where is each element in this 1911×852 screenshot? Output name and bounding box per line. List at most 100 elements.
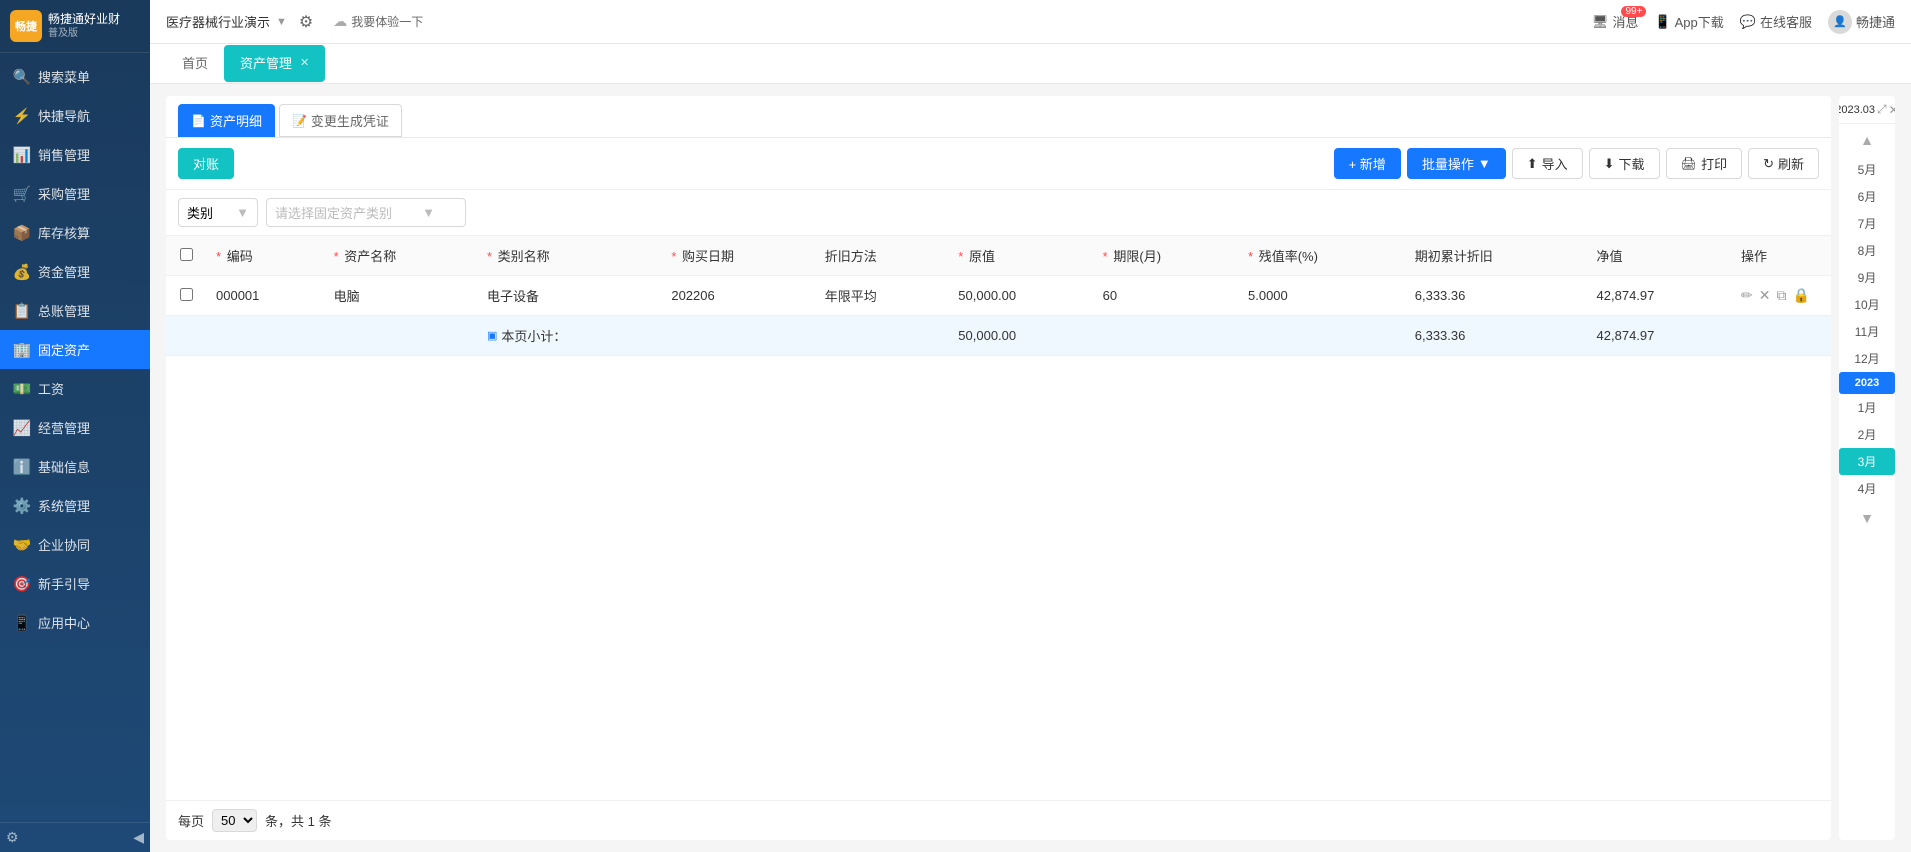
- sidebar-item-sales[interactable]: 📊 销售管理: [0, 135, 150, 174]
- funds-icon: 💰: [14, 264, 30, 280]
- filter-row: 类别 ▼ 请选择固定资产类别 ▼: [166, 190, 1831, 236]
- sidebar-nav: 🔍 搜索菜单 ⚡ 快捷导航 📊 销售管理 🛒 采购管理 📦 库存核算 💰 资金管…: [0, 53, 150, 822]
- cal-month-aug[interactable]: 8月: [1839, 237, 1895, 264]
- cal-month-jan[interactable]: 1月: [1839, 394, 1895, 421]
- sidebar-item-funds[interactable]: 💰 资金管理: [0, 252, 150, 291]
- col-original-value: * 原值: [948, 236, 1092, 276]
- calendar-down-button[interactable]: ▼: [1856, 506, 1878, 530]
- col-net-value: 净值: [1587, 236, 1731, 276]
- more-button[interactable]: 🔒: [1792, 287, 1809, 304]
- cal-month-may[interactable]: 5月: [1839, 156, 1895, 183]
- message-button[interactable]: 🖥 消息 99+: [1592, 12, 1639, 31]
- guide-icon: 🎯: [14, 576, 30, 592]
- message-icon: 🖥: [1592, 14, 1609, 30]
- online-service-button[interactable]: 💬 在线客服: [1740, 12, 1812, 31]
- subtab-asset-detail[interactable]: 📄 资产明细: [178, 104, 275, 137]
- cal-month-oct[interactable]: 10月: [1839, 291, 1895, 318]
- select-all-checkbox[interactable]: [180, 248, 193, 261]
- col-purchase-date: * 购买日期: [661, 236, 814, 276]
- print-button[interactable]: 🖨 打印: [1666, 148, 1743, 179]
- main-panel: 📄 资产明细 📝 变更生成凭证 对账 + 新增: [166, 96, 1831, 840]
- subtotal-original-value: 50,000.00: [948, 316, 1092, 356]
- right-panel-header: 2023.03 ⤢ ✕: [1839, 96, 1895, 124]
- cell-category: 电子设备: [477, 276, 661, 316]
- cell-code: 000001: [206, 276, 324, 316]
- purchase-icon: 🛒: [14, 186, 30, 202]
- company-dropdown-arrow: ▼: [276, 16, 287, 28]
- reconcile-button[interactable]: 对账: [178, 148, 234, 179]
- collapse-button[interactable]: ◀: [133, 829, 144, 846]
- refresh-button[interactable]: ↻ 刷新: [1748, 148, 1819, 179]
- export-button[interactable]: ⬆ 导入: [1512, 148, 1583, 179]
- cal-year-2023[interactable]: 2023: [1839, 372, 1895, 394]
- row-checkbox[interactable]: [180, 288, 193, 301]
- cal-month-apr[interactable]: 4月: [1839, 475, 1895, 502]
- subtab-voucher-gen[interactable]: 📝 变更生成凭证: [279, 104, 402, 137]
- fixed-icon: 🏢: [14, 342, 30, 358]
- basic-icon: ℹ️: [14, 459, 30, 475]
- settings-gear-icon[interactable]: ⚙: [299, 12, 313, 32]
- panel-expand-icon[interactable]: ⤢: [1877, 102, 1887, 117]
- tab-asset-mgmt[interactable]: 资产管理 ✕: [224, 45, 325, 82]
- category-label-arrow: ▼: [236, 205, 249, 220]
- edit-button[interactable]: ✏: [1741, 287, 1753, 304]
- tab-home[interactable]: 首页: [166, 45, 224, 82]
- col-residual-rate: * 残值率(%): [1238, 236, 1405, 276]
- app-download-button[interactable]: 📱 App下载: [1654, 12, 1723, 31]
- sidebar-item-payroll[interactable]: 💵 工资: [0, 369, 150, 408]
- batch-button[interactable]: 批量操作 ▼: [1407, 148, 1506, 179]
- per-page-select[interactable]: 50: [212, 809, 257, 832]
- sidebar-item-basic[interactable]: ℹ️ 基础信息: [0, 447, 150, 486]
- cal-month-jul[interactable]: 7月: [1839, 210, 1895, 237]
- new-button[interactable]: + 新增: [1334, 148, 1401, 179]
- sidebar-item-ledger[interactable]: 📋 总账管理: [0, 291, 150, 330]
- topbar-right: 🖥 消息 99+ 📱 App下载 💬 在线客服 👤 畅捷通: [1592, 10, 1895, 34]
- cal-month-dec[interactable]: 12月: [1839, 345, 1895, 372]
- sidebar-item-search[interactable]: 🔍 搜索菜单: [0, 57, 150, 96]
- cal-month-sep[interactable]: 9月: [1839, 264, 1895, 291]
- right-panel: 2023.03 ⤢ ✕ ▲ 5月 6月 7月 8月 9月 10月 11月 12月…: [1839, 96, 1895, 840]
- delete-button[interactable]: ✕: [1759, 287, 1771, 304]
- sidebar-item-corp[interactable]: 🤝 企业协同: [0, 525, 150, 564]
- page-content: 📄 资产明细 📝 变更生成凭证 对账 + 新增: [150, 84, 1911, 852]
- cal-month-mar[interactable]: 3月: [1839, 448, 1895, 475]
- category-label-select[interactable]: 类别 ▼: [178, 198, 258, 227]
- calendar-up-button[interactable]: ▲: [1856, 128, 1878, 152]
- download-button[interactable]: ⬇ 下载: [1589, 148, 1660, 179]
- col-initial-accumulated: 期初累计折旧: [1405, 236, 1587, 276]
- sidebar-item-system[interactable]: ⚙️ 系统管理: [0, 486, 150, 525]
- subtotal-net-value: 42,874.97: [1587, 316, 1731, 356]
- copy-button[interactable]: ⧉: [1776, 287, 1786, 304]
- tab-close-icon[interactable]: ✕: [300, 56, 309, 69]
- system-icon: ⚙️: [14, 498, 30, 514]
- col-depreciation-method: 折旧方法: [815, 236, 949, 276]
- apps-icon: 📱: [14, 615, 30, 631]
- sidebar-item-quicknav[interactable]: ⚡ 快捷导航: [0, 96, 150, 135]
- cell-residual-rate: 5.0000: [1238, 276, 1405, 316]
- sidebar-item-apps[interactable]: 📱 应用中心: [0, 603, 150, 642]
- quicknav-icon: ⚡: [14, 108, 30, 124]
- cell-original-value: 50,000.00: [948, 276, 1092, 316]
- sidebar: 畅捷 畅捷通好业财 普及版 🔍 搜索菜单 ⚡ 快捷导航 📊 销售管理 🛒 采购管…: [0, 0, 150, 852]
- sidebar-item-purchase[interactable]: 🛒 采购管理: [0, 174, 150, 213]
- user-menu[interactable]: 👤 畅捷通: [1828, 10, 1895, 34]
- sidebar-logo: 畅捷 畅捷通好业财 普及版: [0, 0, 150, 53]
- category-value-select[interactable]: 请选择固定资产类别 ▼: [266, 198, 466, 227]
- action-btns: ✏ ✕ ⧉ 🔒: [1741, 287, 1821, 304]
- sales-icon: 📊: [14, 147, 30, 163]
- sidebar-item-fixed[interactable]: 🏢 固定资产: [0, 330, 150, 369]
- cal-month-feb[interactable]: 2月: [1839, 421, 1895, 448]
- subtotal-row: ▣ 本页小计： 50,000.00 6,333.36 4: [166, 316, 1831, 356]
- cal-month-jun[interactable]: 6月: [1839, 183, 1895, 210]
- company-selector[interactable]: 医疗器械行业演示 ▼: [166, 12, 287, 31]
- sidebar-item-ops[interactable]: 📈 经营管理: [0, 408, 150, 447]
- feedback-button[interactable]: ☁ 我要体验一下: [333, 13, 423, 30]
- settings-button[interactable]: ⚙: [6, 829, 19, 846]
- cal-month-nov[interactable]: 11月: [1839, 318, 1895, 345]
- panel-close-icon[interactable]: ✕: [1889, 103, 1895, 117]
- topbar: 医疗器械行业演示 ▼ ⚙ ☁ 我要体验一下 🖥 消息 99+ 📱 App下载 💬…: [150, 0, 1911, 44]
- pagination: 每页 50 条，共 1 条: [166, 800, 1831, 840]
- sidebar-item-guide[interactable]: 🎯 新手引导: [0, 564, 150, 603]
- sidebar-item-inventory[interactable]: 📦 库存核算: [0, 213, 150, 252]
- cell-period: 60: [1093, 276, 1238, 316]
